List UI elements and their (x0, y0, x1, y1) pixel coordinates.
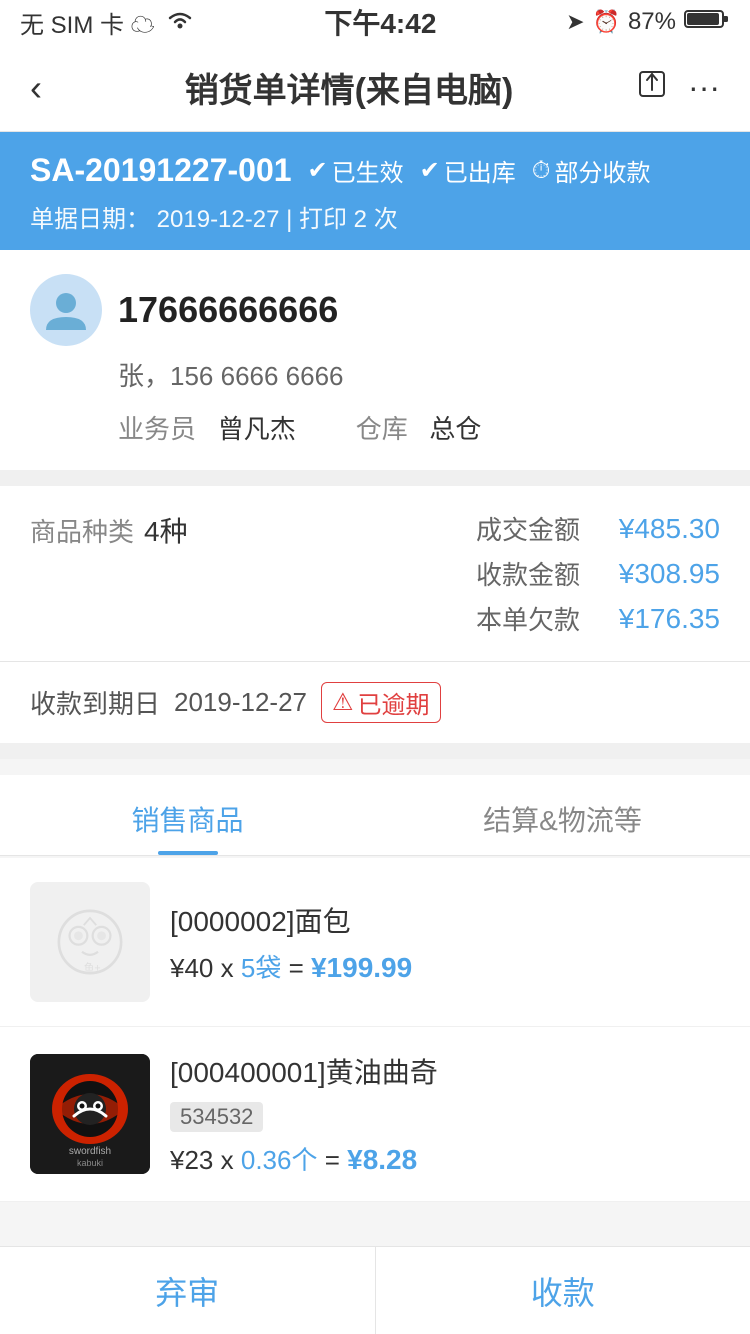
bottom-bar: 弃审 收款 (0, 1246, 750, 1334)
page-title: 销货单详情(来自电脑) (62, 63, 636, 112)
nav-actions: ··· (636, 68, 720, 108)
product-info-1: [0000002]面包 ¥40 x 5袋 = ¥199.99 (170, 900, 720, 985)
salesperson-value: 曾凡杰 (218, 414, 296, 444)
salesperson-label: 业务员 (118, 414, 196, 444)
product-info-2: [000400001]黄油曲奇 534532 ¥23 x 0.36个 = ¥8.… (170, 1051, 720, 1177)
overdue-icon: ⚠ (332, 688, 354, 717)
customer-row: 17666666666 (30, 274, 720, 346)
product-qty-2: 0.36个 (241, 1145, 318, 1175)
customer-name: 张，156 6666 6666 (118, 356, 720, 393)
customer-meta: 业务员 曾凡杰 仓库 总仓 (118, 409, 720, 446)
received-value: ¥308.95 (600, 558, 720, 590)
product-type-count: 4种 (144, 510, 188, 550)
customer-section: 17666666666 张，156 6666 6666 业务员 曾凡杰 仓库 总… (0, 250, 750, 470)
share-button[interactable] (636, 68, 668, 108)
customer-phone: 17666666666 (118, 289, 338, 331)
print-info: | 打印 2 次 (286, 206, 398, 233)
status-right: ➤ ⏰ 87% (566, 8, 730, 37)
product-type-label: 商品种类 (30, 512, 134, 549)
product-name-2: [000400001]黄油曲奇 (170, 1051, 720, 1091)
product-multiply-2: x (221, 1145, 241, 1175)
product-price-row-1: ¥40 x 5袋 = ¥199.99 (170, 948, 720, 985)
product-name-1: [0000002]面包 (170, 900, 720, 940)
battery-text: 87% (628, 8, 676, 36)
status-badge-shipped: ✔ 已出库 (420, 153, 516, 188)
product-price-row-2: ¥23 x 0.36个 = ¥8.28 (170, 1140, 720, 1177)
product-eq-1: = (289, 953, 311, 983)
status-time: 下午4:42 (324, 2, 436, 42)
amount-row: 成交金额 ¥485.30 (476, 510, 720, 547)
order-id: SA-20191227-001 (30, 152, 292, 189)
product-total-1: ¥199.99 (311, 952, 412, 983)
divider-3 (0, 743, 750, 759)
more-button[interactable]: ··· (688, 69, 720, 106)
tab-settlement[interactable]: 结算&物流等 (375, 775, 750, 855)
amount-value: ¥485.30 (600, 513, 720, 545)
tabs-section: 销售商品 结算&物流等 (0, 775, 750, 856)
debt-row: 本单欠款 ¥176.35 (476, 600, 720, 637)
product-total-2: ¥8.28 (347, 1144, 417, 1175)
debt-value: ¥176.35 (600, 603, 720, 635)
list-item: swordfish kabuki [000400001]黄油曲奇 534532 … (0, 1027, 750, 1202)
summary-section: 商品种类 4种 成交金额 ¥485.30 收款金额 ¥308.95 本单欠款 ¥… (0, 486, 750, 661)
product-image-2: swordfish kabuki (30, 1054, 150, 1174)
check-icon-shipped: ✔ (420, 156, 440, 185)
list-item: 鱼+ [0000002]面包 ¥40 x 5袋 = ¥199.99 (0, 858, 750, 1027)
cancel-review-button[interactable]: 弃审 (0, 1247, 376, 1334)
product-qty-1: 5袋 (241, 953, 281, 983)
summary-right: 成交金额 ¥485.30 收款金额 ¥308.95 本单欠款 ¥176.35 (476, 510, 720, 637)
warehouse-value: 总仓 (429, 414, 481, 444)
overdue-text: 已逾期 (358, 685, 430, 720)
due-label: 收款到期日 (30, 684, 160, 721)
product-unit-price-2: ¥23 (170, 1145, 213, 1175)
amount-label: 成交金额 (476, 510, 580, 547)
svg-text:鱼+: 鱼+ (84, 961, 101, 974)
divider-1 (0, 470, 750, 486)
tab-products[interactable]: 销售商品 (0, 775, 375, 855)
status-left: 无 SIM 卡 ☁ (20, 5, 195, 40)
received-row: 收款金额 ¥308.95 (476, 555, 720, 592)
overdue-badge: ⚠ 已逾期 (321, 682, 441, 723)
signal-text: 无 SIM 卡 ☁ (20, 5, 155, 40)
wifi-icon (165, 8, 195, 37)
nav-bar: ‹ 销货单详情(来自电脑) ··· (0, 44, 750, 132)
collect-payment-button[interactable]: 收款 (376, 1247, 750, 1334)
check-icon-active: ✔ (308, 156, 328, 185)
tabs-row: 销售商品 结算&物流等 (0, 775, 750, 855)
order-date-value: 2019-12-27 (157, 206, 280, 233)
location-icon: ➤ (566, 9, 584, 35)
product-multiply-1: x (221, 953, 241, 983)
back-button[interactable]: ‹ (30, 67, 42, 109)
warehouse-label: 仓库 (356, 414, 408, 444)
order-date-row: 单据日期： 2019-12-27 | 打印 2 次 (30, 199, 720, 234)
product-tag-2: 534532 (170, 1102, 263, 1132)
received-label: 收款金额 (476, 555, 580, 592)
order-header: SA-20191227-001 ✔ 已生效 ✔ 已出库 ⏱ 部分收款 单据日期：… (0, 132, 750, 250)
product-unit-price-1: ¥40 (170, 953, 213, 983)
avatar (30, 274, 102, 346)
status-badge-partial: ⏱ 部分收款 (532, 153, 651, 188)
svg-text:swordfish: swordfish (69, 1146, 111, 1157)
due-date-value: 2019-12-27 (174, 687, 307, 718)
date-label: 单据日期： (30, 206, 150, 233)
product-image-1: 鱼+ (30, 882, 150, 1002)
clock-icon: ⏱ (532, 157, 551, 185)
debt-label: 本单欠款 (476, 600, 580, 637)
status-bar: 无 SIM 卡 ☁ 下午4:42 ➤ ⏰ 87% (0, 0, 750, 44)
alarm-icon: ⏰ (593, 9, 620, 35)
product-list: 鱼+ [0000002]面包 ¥40 x 5袋 = ¥199.99 (0, 858, 750, 1202)
due-section: 收款到期日 2019-12-27 ⚠ 已逾期 (0, 662, 750, 743)
product-eq-2: = (325, 1145, 347, 1175)
status-badge-active: ✔ 已生效 (308, 153, 404, 188)
battery-icon (684, 8, 730, 37)
svg-text:kabuki: kabuki (77, 1158, 103, 1168)
